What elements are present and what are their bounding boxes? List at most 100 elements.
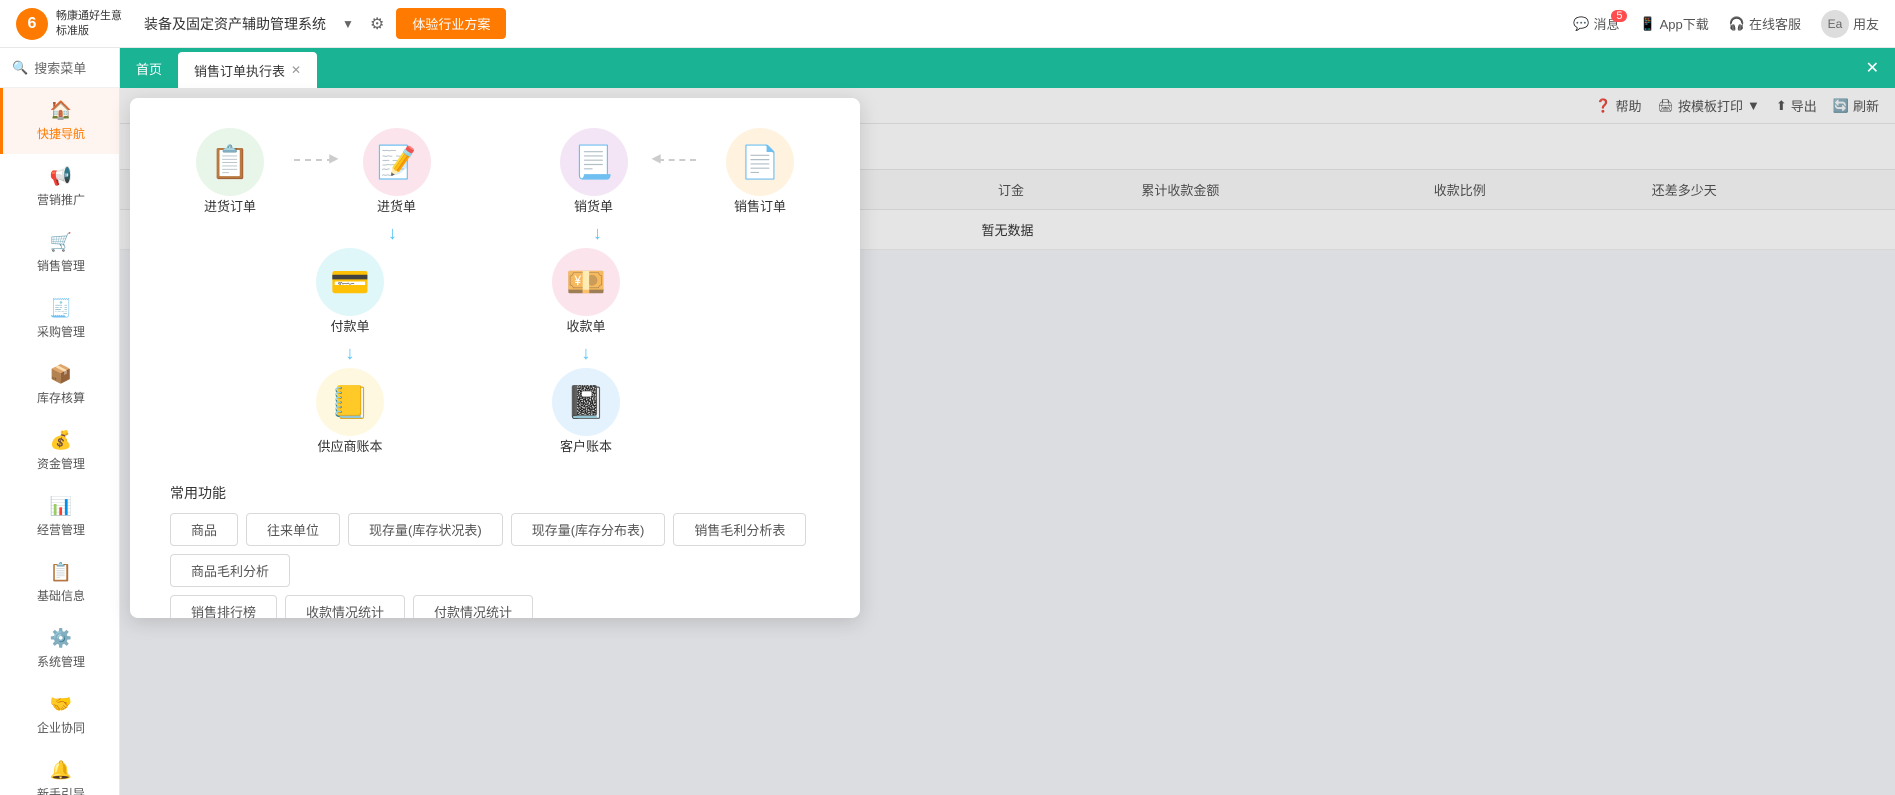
user-area[interactable]: Ea 用友 xyxy=(1821,10,1879,38)
common-functions: 常用功能 商品 往来单位 现存量(库存状况表) 现存量(库存分布表) 销售毛利分… xyxy=(170,483,820,618)
payment-icon: 💳 xyxy=(330,263,370,301)
settings-icon[interactable]: ⚙ xyxy=(370,14,384,34)
common-functions-title: 常用功能 xyxy=(170,483,820,503)
receipt-circle: 💴 xyxy=(552,248,620,316)
down-arrow-sales: ↓ xyxy=(593,223,602,243)
down-arrow-payment: ↓ xyxy=(346,343,355,363)
sidebar-item-inventory[interactable]: 📦 库存核算 xyxy=(0,352,119,418)
arrow-left-1: ◀ xyxy=(652,151,661,165)
flow-node-receipt: 💴 收款单 xyxy=(526,248,646,335)
search-menu[interactable]: 🔍 搜索菜单 xyxy=(0,48,119,88)
purchase-order-label: 进货订单 xyxy=(204,196,256,215)
sidebar-item-basic[interactable]: 📋 基础信息 xyxy=(0,550,119,616)
customer-ledger-circle: 📓 xyxy=(552,368,620,436)
supplier-ledger-icon: 📒 xyxy=(330,383,370,421)
top-header: 6 畅康通好生意 标准版 装备及固定资产辅助管理系统 ▼ ⚙ 体验行业方案 💬 … xyxy=(0,0,1895,48)
guide-icon: 🔔 xyxy=(50,760,72,781)
download-icon: 📱 xyxy=(1639,16,1655,32)
func-btn-product-profit[interactable]: 商品毛利分析 xyxy=(170,554,290,587)
popup-body: 📋 进货订单 ▶ 📝 进货单 xyxy=(130,98,860,618)
sales-order-label: 销售订单 xyxy=(734,196,786,215)
func-btn-product[interactable]: 商品 xyxy=(170,513,238,546)
sidebar-item-quick[interactable]: 🏠 快捷导航 xyxy=(0,88,119,154)
purchase-label: 进货单 xyxy=(377,196,416,215)
sidebar-item-purchase[interactable]: 🧾 采购管理 xyxy=(0,286,119,352)
customer-ledger-label: 客户账本 xyxy=(560,436,612,455)
sidebar-item-marketing[interactable]: 📢 营销推广 xyxy=(0,154,119,220)
marketing-icon: 📢 xyxy=(50,166,72,187)
logo-icon: 6 xyxy=(16,8,48,40)
operation-icon: 📊 xyxy=(50,496,72,517)
experience-button[interactable]: 体验行业方案 xyxy=(396,8,506,39)
system-icon: ⚙️ xyxy=(50,628,72,649)
tab-sales-order[interactable]: 销售订单执行表 ✕ xyxy=(178,52,317,88)
flow-node-supplier-ledger: 📒 供应商账本 xyxy=(290,368,410,455)
tab-bar: 首页 销售订单执行表 ✕ ✕ xyxy=(120,48,1895,88)
popup-overlay: 📋 进货订单 ▶ 📝 进货单 xyxy=(120,88,1895,795)
sidebar-item-collab[interactable]: 🤝 企业协同 xyxy=(0,682,119,748)
flow-node-payment: 💳 付款单 xyxy=(290,248,410,335)
func-btn-receipt-stats[interactable]: 收款情况统计 xyxy=(285,595,405,618)
system-title: 装备及固定资产辅助管理系统 xyxy=(144,14,326,34)
sidebar-item-finance[interactable]: 💰 资金管理 xyxy=(0,418,119,484)
func-btn-sales-profit[interactable]: 销售毛利分析表 xyxy=(673,513,806,546)
message-icon: 💬 xyxy=(1573,16,1589,32)
collab-icon: 🤝 xyxy=(50,694,72,715)
flow-node-sales-order: 📄 销售订单 xyxy=(700,128,820,215)
supplier-ledger-circle: 📒 xyxy=(316,368,384,436)
purchase-order-icon: 📋 xyxy=(210,143,250,181)
system-dropdown-button[interactable]: ▼ xyxy=(338,14,358,34)
message-badge: 5 xyxy=(1611,10,1627,22)
receipt-icon: 💴 xyxy=(566,263,606,301)
flow-node-customer-ledger: 📓 客户账本 xyxy=(526,368,646,455)
flow-node-sales-bill: 📃 销货单 xyxy=(534,128,654,215)
func-btn-partner[interactable]: 往来单位 xyxy=(246,513,340,546)
logo-area: 6 畅康通好生意 标准版 xyxy=(16,8,136,40)
avatar: Ea xyxy=(1821,10,1849,38)
supplier-ledger-label: 供应商账本 xyxy=(317,436,382,455)
purchase-circle: 📝 xyxy=(363,128,431,196)
sidebar-item-operation[interactable]: 📊 经营管理 xyxy=(0,484,119,550)
sales-bill-circle: 📃 xyxy=(560,128,628,196)
sidebar-item-sales[interactable]: 🛒 销售管理 xyxy=(0,220,119,286)
sidebar-item-guide[interactable]: 🔔 新手引导 xyxy=(0,748,119,795)
basic-icon: 📋 xyxy=(50,562,72,583)
app-download-action[interactable]: 📱 App下载 xyxy=(1639,14,1708,33)
tab-home[interactable]: 首页 xyxy=(120,48,178,88)
payment-label: 付款单 xyxy=(330,316,369,335)
purchase-order-circle: 📋 xyxy=(196,128,264,196)
func-buttons-row2: 销售排行榜 收款情况统计 付款情况统计 xyxy=(170,595,820,618)
sidebar: 🔍 搜索菜单 🏠 快捷导航 📢 营销推广 🛒 销售管理 🧾 采购管理 📦 库存核… xyxy=(0,48,120,795)
message-action[interactable]: 💬 消息 5 xyxy=(1573,14,1619,33)
sales-bill-label: 销货单 xyxy=(574,196,613,215)
finance-icon: 💰 xyxy=(50,430,72,451)
down-arrow-purchase: ↓ xyxy=(388,223,397,243)
arrow-right-1: ▶ xyxy=(329,151,338,165)
headset-icon: 🎧 xyxy=(1729,16,1745,32)
func-btn-stock-status[interactable]: 现存量(库存状况表) xyxy=(348,513,503,546)
sales-order-icon: 📄 xyxy=(740,143,780,181)
popup: 📋 进货订单 ▶ 📝 进货单 xyxy=(130,98,860,618)
tab-close-icon[interactable]: ✕ xyxy=(291,63,301,77)
inventory-icon: 📦 xyxy=(50,364,72,385)
payment-circle: 💳 xyxy=(316,248,384,316)
func-btn-payment-stats[interactable]: 付款情况统计 xyxy=(413,595,533,618)
sidebar-item-system[interactable]: ⚙️ 系统管理 xyxy=(0,616,119,682)
tab-bar-close-button[interactable]: ✕ xyxy=(1850,58,1895,78)
online-service-action[interactable]: 🎧 在线客服 xyxy=(1729,14,1801,33)
func-btn-stock-dist[interactable]: 现存量(库存分布表) xyxy=(511,513,666,546)
func-btn-sales-rank[interactable]: 销售排行榜 xyxy=(170,595,277,618)
receipt-label: 收款单 xyxy=(566,316,605,335)
logo-text: 畅康通好生意 标准版 xyxy=(56,9,122,38)
header-right: 💬 消息 5 📱 App下载 🎧 在线客服 Ea 用友 xyxy=(1573,10,1879,38)
purchase-icon: 📝 xyxy=(377,143,417,181)
sales-bill-icon: 📃 xyxy=(574,143,614,181)
home-icon: 🏠 xyxy=(50,100,72,121)
purchase-icon: 🧾 xyxy=(50,298,72,319)
search-icon: 🔍 xyxy=(12,60,28,76)
flow-node-purchase-order: 📋 进货订单 xyxy=(170,128,290,215)
sales-order-circle: 📄 xyxy=(726,128,794,196)
func-buttons-row1: 商品 往来单位 现存量(库存状况表) 现存量(库存分布表) 销售毛利分析表 商品… xyxy=(170,513,820,587)
customer-ledger-icon: 📓 xyxy=(566,383,606,421)
down-arrow-receipt: ↓ xyxy=(582,343,591,363)
